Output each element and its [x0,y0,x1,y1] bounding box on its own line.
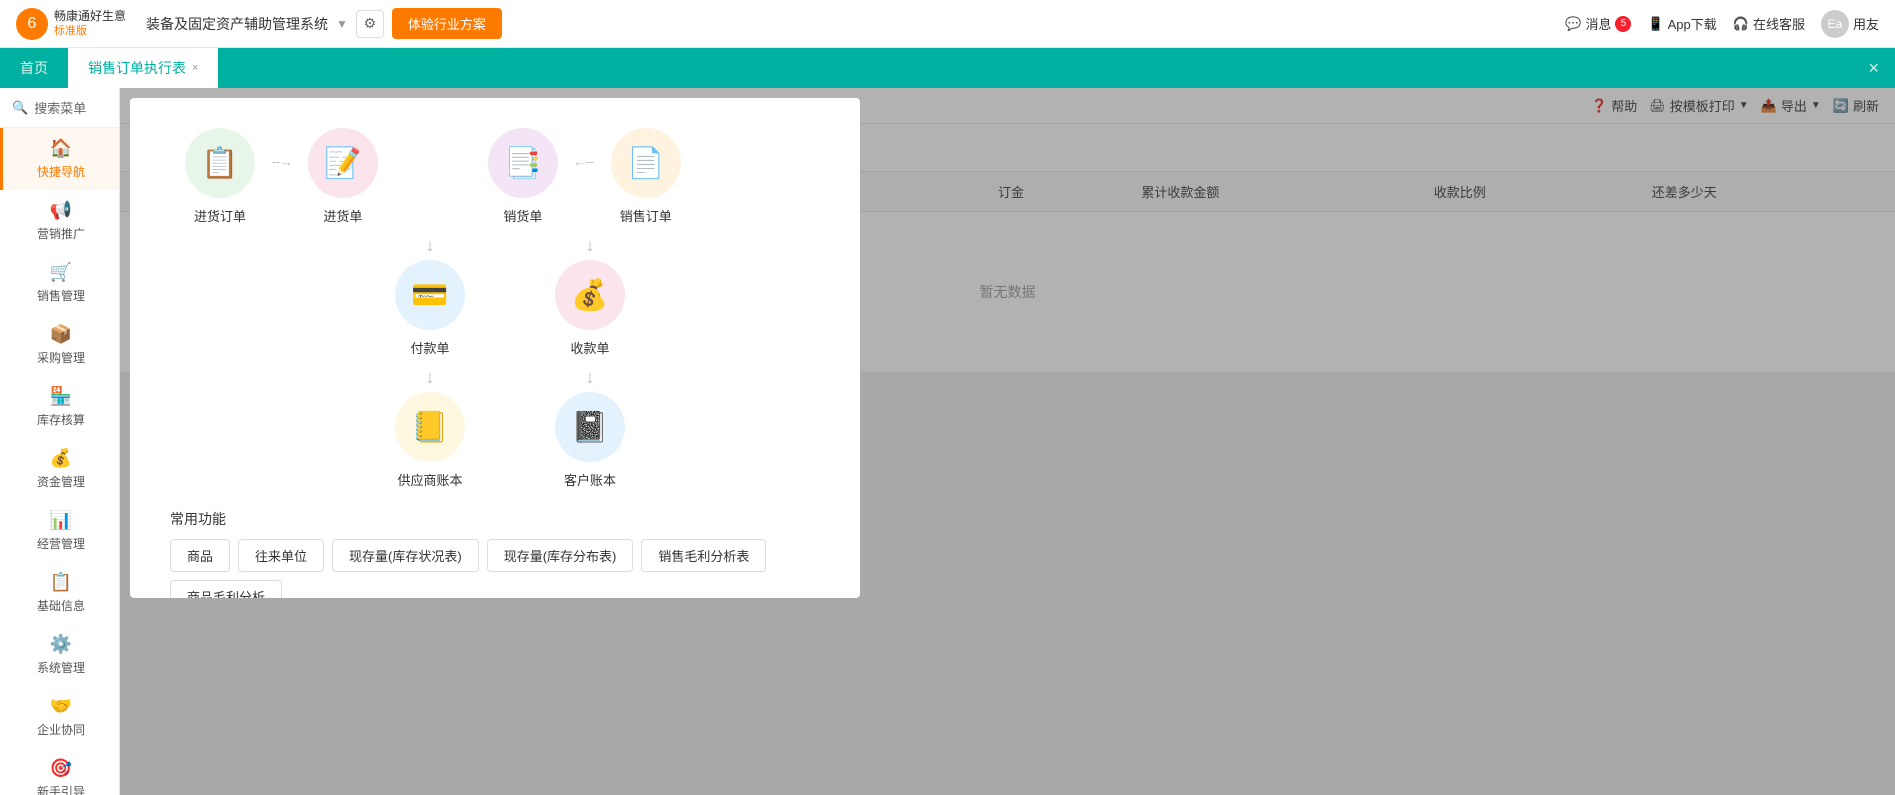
modal-box: 📋 进货订单 - - → 📝 进货单 [130,98,860,598]
sidebar-item-enterprise[interactable]: 🤝 企业协同 [0,686,119,748]
receipt-icon: 💰 [571,278,608,313]
sidebar-item-newbie[interactable]: 🎯 新手引导 [0,748,119,795]
flow-node-sales-bill[interactable]: 📑 销货单 [473,128,573,225]
payment-icon: 💳 [411,278,448,313]
sidebar-item-purchase[interactable]: 📦 采购管理 [0,314,119,376]
purchase-order-icon: 📋 [201,146,238,181]
enterprise-icon: 🤝 [50,696,72,717]
sidebar-item-operation[interactable]: 📊 经营管理 [0,500,119,562]
basic-info-icon: 📋 [50,572,72,593]
sales-order-tab-label: 销售订单执行表 [88,58,186,78]
arrow-down-supplier: ↓ [395,367,465,388]
sales-order-icon: 📄 [627,146,664,181]
cf-btn-stock-status[interactable]: 现存量(库存状况表) [332,539,479,572]
online-service-icon: 🎧 [1733,16,1749,32]
logo-text: 畅康通好生意 标准版 [54,9,126,39]
sidebar-item-basic-info[interactable]: 📋 基础信息 [0,562,119,624]
trial-button[interactable]: 体验行业方案 [392,8,502,39]
arrow-sales-order-to-bill: - - → [575,154,594,169]
sales-order-tab-close[interactable]: × [192,62,198,74]
tab-home[interactable]: 首页 [0,48,68,88]
sidebar-item-quick-nav[interactable]: 🏠 快捷导航 [0,128,119,190]
close-window-button[interactable]: × [1852,48,1895,88]
customer-account-label: 客户账本 [564,470,616,489]
sales-bill-icon: 📑 [504,146,541,181]
cf-btn-partner[interactable]: 往来单位 [238,539,324,572]
message-button[interactable]: 💬 消息 5 [1565,14,1631,33]
flow-node-receipt[interactable]: 💰 收款单 [540,260,640,357]
supplier-account-label: 供应商账本 [397,470,462,489]
main-layout: 🔍 搜索菜单 🏠 快捷导航 📢 营销推广 🛒 销售管理 📦 采购管理 🏪 库存核… [0,88,1895,795]
arrow-down-customer: ↓ [555,367,625,388]
sales-order-label: 销售订单 [620,206,672,225]
system-dropdown-arrow[interactable]: ▼ [336,17,348,31]
system-icon: ⚙️ [50,634,72,655]
flow-node-purchase-order[interactable]: 📋 进货订单 [170,128,270,225]
supplier-account-icon: 📒 [411,410,448,445]
arrow-down-payment: ↓ [395,235,465,256]
cf-btn-product[interactable]: 商品 [170,539,230,572]
quick-nav-icon: 🏠 [50,138,72,159]
logo-area: 6 畅康通好生意 标准版 [16,8,136,40]
sidebar-item-marketing[interactable]: 📢 营销推广 [0,190,119,252]
customer-account-icon: 📓 [571,410,608,445]
modal-overlay[interactable]: 📋 进货订单 - - → 📝 进货单 [120,88,1895,795]
cf-btn-product-margin[interactable]: 商品毛利分析 [170,580,282,598]
flow-node-payment[interactable]: 💳 付款单 [380,260,480,357]
sales-icon: 🛒 [50,262,72,283]
header-right: 💬 消息 5 📱 App下载 🎧 在线客服 Ea 用友 [1565,10,1879,38]
content-area: ❓ 帮助 🖨 按模板打印 ▼ 📤 导出 ▼ 🔄 刷新 📅 📅 [120,88,1895,795]
sidebar-item-system[interactable]: ⚙️ 系统管理 [0,624,119,686]
purchase-bill-label: 进货单 [323,206,362,225]
top-header: 6 畅康通好生意 标准版 装备及固定资产辅助管理系统 ▼ ⚙ 体验行业方案 💬 … [0,0,1895,48]
payment-label: 付款单 [410,338,449,357]
sidebar: 🔍 搜索菜单 🏠 快捷导航 📢 营销推广 🛒 销售管理 📦 采购管理 🏪 库存核… [0,88,120,795]
flow-node-customer-account[interactable]: 📓 客户账本 [540,392,640,489]
flow-node-supplier-account[interactable]: 📒 供应商账本 [380,392,480,489]
home-tab-label: 首页 [20,58,48,78]
nav-tabs: 首页 销售订单执行表 × × [0,48,1895,88]
purchase-icon: 📦 [50,324,72,345]
search-icon: 🔍 [12,100,28,116]
purchase-order-label: 进货订单 [194,206,246,225]
system-title-area: 装备及固定资产辅助管理系统 ▼ ⚙ 体验行业方案 [136,8,1565,39]
operation-icon: 📊 [50,510,72,531]
logo-icon: 6 [16,8,48,40]
flow-node-sales-order[interactable]: 📄 销售订单 [596,128,696,225]
tab-sales-order[interactable]: 销售订单执行表 × [68,48,218,88]
cf-btn-stock-dist[interactable]: 现存量(库存分布表) [487,539,634,572]
system-title-text: 装备及固定资产辅助管理系统 [146,14,328,34]
app-download-icon: 📱 [1647,16,1663,32]
cf-title: 常用功能 [170,509,820,529]
sidebar-item-inventory[interactable]: 🏪 库存核算 [0,376,119,438]
cf-btn-sales-margin[interactable]: 销售毛利分析表 [641,539,766,572]
sidebar-item-finance[interactable]: 💰 资金管理 [0,438,119,500]
sales-bill-label: 销货单 [503,206,542,225]
cf-buttons-row1: 商品 往来单位 现存量(库存状况表) 现存量(库存分布表) 销售毛利分析表 商品… [170,539,820,598]
arrow-down-receipt: ↓ [555,235,625,256]
inventory-icon: 🏪 [50,386,72,407]
newbie-icon: 🎯 [50,758,72,779]
finance-icon: 💰 [50,448,72,469]
common-functions: 常用功能 商品 往来单位 现存量(库存状况表) 现存量(库存分布表) 销售毛利分… [170,509,820,598]
flow-node-purchase-bill[interactable]: 📝 进货单 [293,128,393,225]
marketing-icon: 📢 [50,200,72,221]
online-service-button[interactable]: 🎧 在线客服 [1733,14,1805,33]
user-profile[interactable]: Ea 用友 [1821,10,1879,38]
message-icon: 💬 [1565,16,1581,32]
search-menu-item[interactable]: 🔍 搜索菜单 [0,88,119,128]
receipt-label: 收款单 [570,338,609,357]
message-badge: 5 [1615,16,1631,32]
avatar: Ea [1821,10,1849,38]
sidebar-item-sales[interactable]: 🛒 销售管理 [0,252,119,314]
app-download-button[interactable]: 📱 App下载 [1647,14,1716,33]
purchase-bill-icon: 📝 [324,146,361,181]
settings-gear-button[interactable]: ⚙ [356,10,384,38]
arrow-purchase-to-bill: - - → [272,154,291,169]
